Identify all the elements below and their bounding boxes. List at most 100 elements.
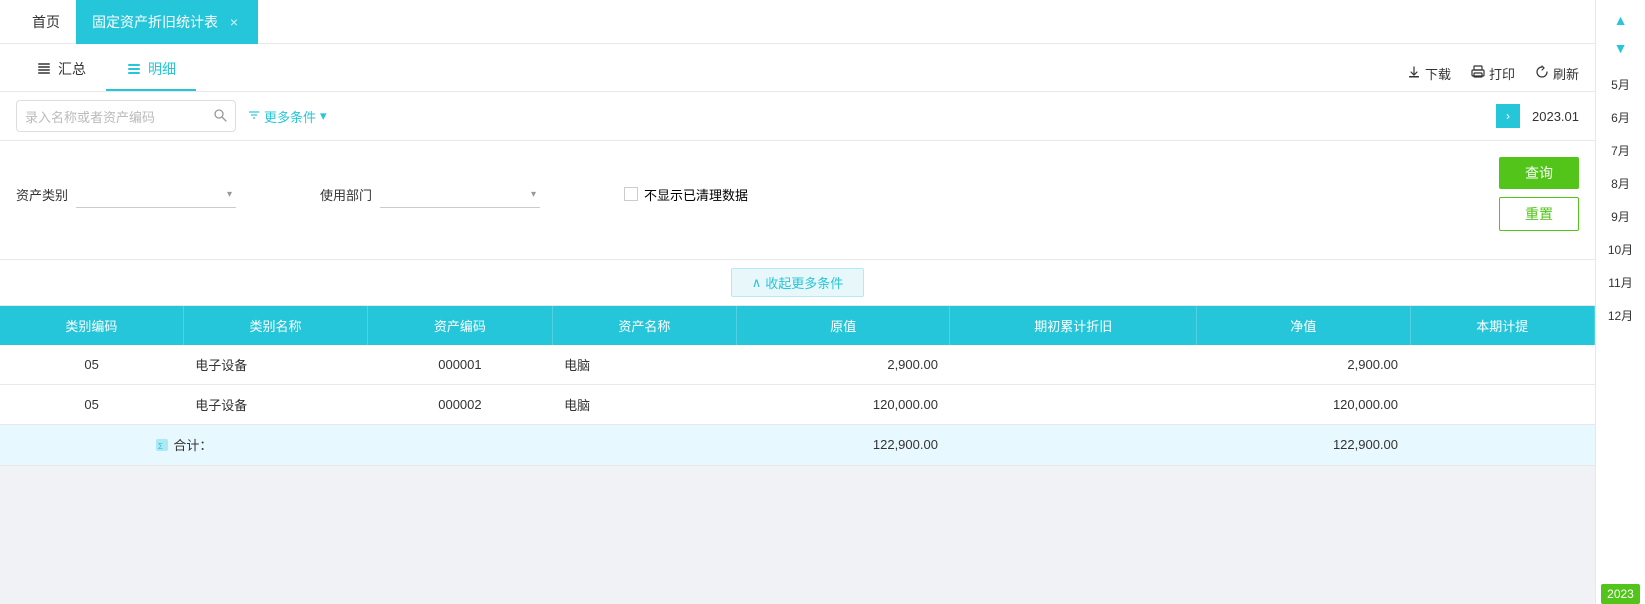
filter-row-1: 资产类别 使用部门 不显示已清理数据 查询 [16,157,1579,231]
chevron-down-icon: ▾ [320,108,327,124]
data-table-container: 类别编码 类别名称 资产编码 资产名称 原值 期初累计折旧 净值 本期计提 05… [0,306,1595,466]
cell-accumulated-depreciation [950,385,1197,425]
cell-category-name: 电子设备 [183,385,367,425]
tab-summary[interactable]: 汇总 [16,59,106,91]
search-icon [213,108,227,125]
data-table: 类别编码 类别名称 资产编码 资产名称 原值 期初累计折旧 净值 本期计提 05… [0,306,1595,466]
expanded-filter: 资产类别 使用部门 不显示已清理数据 查询 [0,141,1595,260]
use-dept-select[interactable] [380,180,540,208]
refresh-label: 刷新 [1553,64,1579,83]
collapse-bar: ∧ 收起更多条件 [0,260,1595,306]
svg-text:Σ: Σ [158,442,163,451]
total-original-value: 122,900.00 [737,425,950,466]
download-button[interactable]: 下载 [1407,64,1451,83]
cell-category-code: 05 [0,385,183,425]
total-label: Σ 合计： [0,425,368,466]
cell-asset-name: 电脑 [552,345,736,385]
col-asset-code: 资产编码 [368,306,552,345]
scroll-down-button[interactable]: ▼ [1609,36,1633,60]
filter-icon [248,109,260,124]
filter-actions: 查询 重置 [1499,157,1579,231]
download-label: 下载 [1425,64,1451,83]
month-item[interactable]: 8月 [1604,167,1637,200]
tab-close-icon[interactable]: × [226,14,242,30]
nav-tab-fixed-assets[interactable]: 固定资产折旧统计表 × [76,0,258,44]
print-label: 打印 [1489,64,1515,83]
month-item[interactable]: 7月 [1604,134,1637,167]
col-accumulated-depreciation: 期初累计折旧 [950,306,1197,345]
hide-cleared-checkbox-item[interactable]: 不显示已清理数据 [624,185,748,204]
top-nav: 首页 固定资产折旧统计表 × × [0,0,1645,44]
nav-tab-label: 固定资产折旧统计表 [92,12,218,32]
collapse-label: 收起更多条件 [765,273,843,292]
total-row: Σ 合计： 122,900.00 122,900.00 [0,425,1595,466]
chevron-up-icon: ∧ [752,275,762,291]
reset-button[interactable]: 重置 [1499,197,1579,231]
date-label: 2023.01 [1532,109,1579,124]
cell-net-value: 120,000.00 [1197,385,1410,425]
toolbar-right: 下载 打印 [1407,64,1579,91]
cell-net-value: 2,900.00 [1197,345,1410,385]
month-item[interactable]: 9月 [1604,200,1637,233]
chevron-right-icon: › [1506,109,1510,123]
table-header-row: 类别编码 类别名称 资产编码 资产名称 原值 期初累计折旧 净值 本期计提 [0,306,1595,345]
collapse-button[interactable]: ∧ 收起更多条件 [731,268,865,297]
layers-icon [36,61,52,77]
download-icon [1407,65,1421,82]
total-net-value: 122,900.00 [1197,425,1410,466]
month-item[interactable]: 11月 [1604,266,1637,299]
month-item[interactable]: 10月 [1604,233,1637,266]
year-badge[interactable]: 2023 [1601,584,1640,604]
nav-arrows: ▲ ▼ [1609,0,1633,68]
total-accumulated-depreciation [950,425,1197,466]
use-dept-select-wrapper[interactable] [380,180,540,208]
asset-category-select[interactable] [76,180,236,208]
table-body: 05 电子设备 000001 电脑 2,900.00 2,900.00 05 电… [0,345,1595,465]
cell-original-value: 120,000.00 [737,385,950,425]
right-panel: ▲ ▼ 5月6月7月8月9月10月11月12月 2023 [1595,0,1645,604]
filter-expand-button[interactable]: › [1496,104,1520,128]
nav-home[interactable]: 首页 [16,0,76,44]
month-item[interactable]: 5月 [1604,68,1637,101]
month-list: 5月6月7月8月9月10月11月12月 [1604,68,1637,332]
refresh-icon [1535,65,1549,82]
cell-category-code: 05 [0,345,183,385]
cell-asset-code: 000002 [368,385,552,425]
col-net-value: 净值 [1197,306,1410,345]
table-row[interactable]: 05 电子设备 000001 电脑 2,900.00 2,900.00 [0,345,1595,385]
refresh-button[interactable]: 刷新 [1535,64,1579,83]
table-row[interactable]: 05 电子设备 000002 电脑 120,000.00 120,000.00 [0,385,1595,425]
cell-accumulated-depreciation [950,345,1197,385]
tab-detail-label: 明细 [148,59,176,79]
cell-current-provision [1410,385,1594,425]
cell-asset-code: 000001 [368,345,552,385]
use-dept-filter: 使用部门 [320,180,540,208]
asset-category-label: 资产类别 [16,185,68,204]
tab-detail[interactable]: 明细 [106,59,196,91]
print-button[interactable]: 打印 [1471,64,1515,83]
print-icon [1471,65,1485,82]
main-content: 汇总 明细 [0,44,1595,466]
search-placeholder: 录入名称或者资产编码 [25,107,155,126]
hide-cleared-checkbox[interactable] [624,187,638,201]
total-asset-name [552,425,736,466]
asset-category-select-wrapper[interactable] [76,180,236,208]
list-icon [126,61,142,77]
month-item[interactable]: 6月 [1604,101,1637,134]
sub-tabs-bar: 汇总 明细 [0,44,1595,92]
cell-asset-name: 电脑 [552,385,736,425]
asset-category-filter: 资产类别 [16,180,236,208]
total-current-provision [1410,425,1594,466]
month-item[interactable]: 12月 [1604,299,1637,332]
more-conditions-label: 更多条件 [264,107,316,126]
col-asset-name: 资产名称 [552,306,736,345]
search-input-wrapper[interactable]: 录入名称或者资产编码 [16,100,236,132]
col-category-name: 类别名称 [183,306,367,345]
scroll-up-button[interactable]: ▲ [1609,8,1633,32]
col-current-provision: 本期计提 [1410,306,1594,345]
tab-summary-label: 汇总 [58,59,86,79]
more-conditions-button[interactable]: 更多条件 ▾ [248,107,327,126]
cell-category-name: 电子设备 [183,345,367,385]
col-original-value: 原值 [737,306,950,345]
query-button[interactable]: 查询 [1499,157,1579,189]
